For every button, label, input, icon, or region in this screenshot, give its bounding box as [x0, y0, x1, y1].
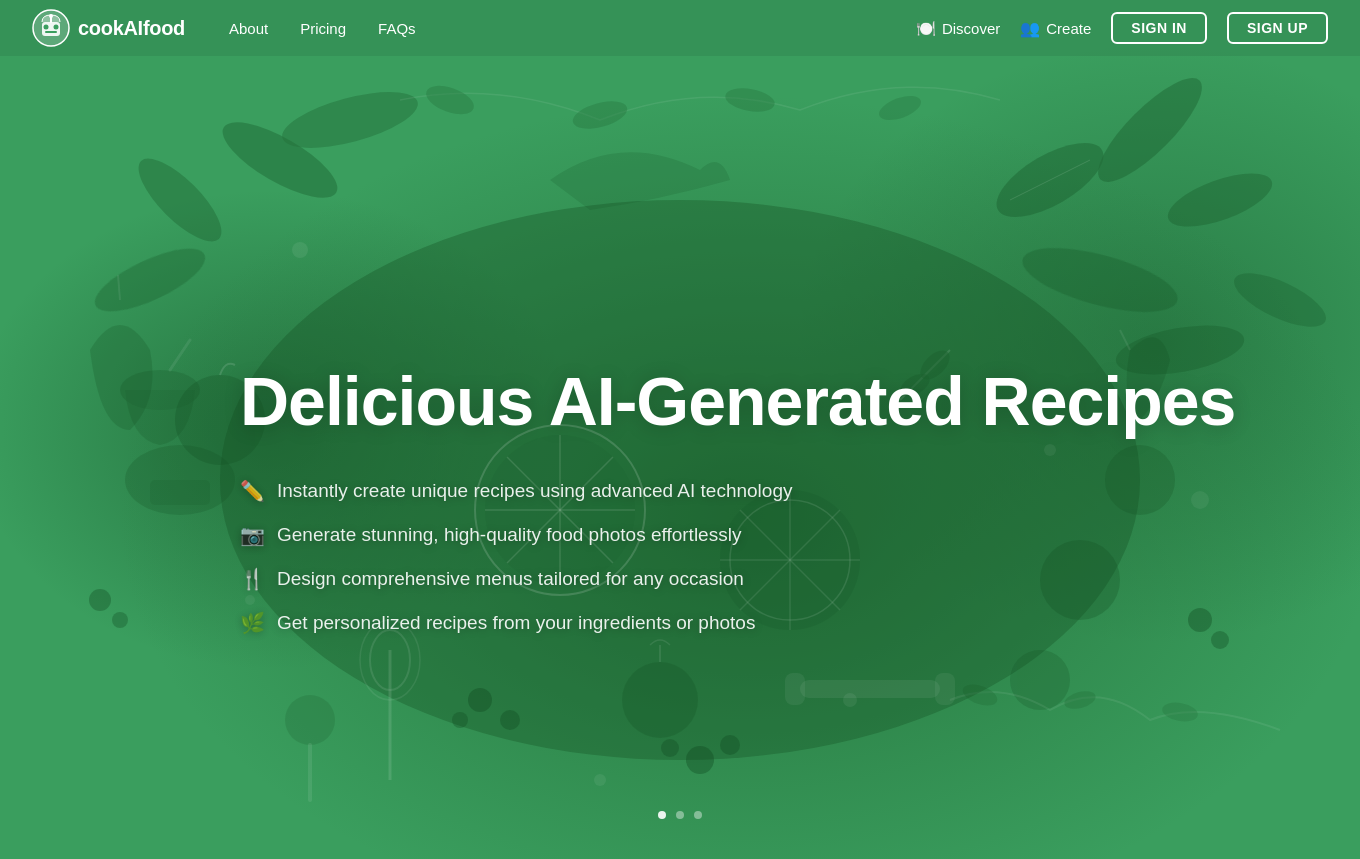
brand-name: cookAIfood	[78, 17, 185, 40]
svg-point-21	[1085, 65, 1215, 195]
svg-point-53	[570, 96, 630, 134]
svg-point-61	[285, 695, 335, 745]
svg-point-43	[720, 735, 740, 755]
svg-point-54	[723, 85, 776, 115]
svg-point-65	[292, 242, 308, 258]
hero-section: Delicious AI-Generated Recipes ✏️ Instan…	[0, 0, 1360, 859]
hero-feature-3: 🍴 Design comprehensive menus tailored fo…	[240, 567, 1235, 591]
carousel-dot-1[interactable]	[658, 811, 666, 819]
hero-title: Delicious AI-Generated Recipes	[240, 364, 1235, 439]
carousel-dots	[658, 811, 702, 819]
svg-point-3	[54, 25, 59, 30]
discover-link[interactable]: 🍽️ Discover	[916, 19, 1000, 38]
svg-point-72	[1062, 688, 1097, 712]
svg-point-22	[1161, 162, 1278, 237]
svg-point-42	[686, 746, 714, 774]
create-link[interactable]: 👥 Create	[1020, 19, 1091, 38]
vine-bottom-right	[950, 680, 1280, 730]
discover-label: Discover	[942, 20, 1000, 37]
hero-feature-1: ✏️ Instantly create unique recipes using…	[240, 479, 1235, 503]
carousel-dot-3[interactable]	[694, 811, 702, 819]
signin-button[interactable]: SIGN IN	[1111, 12, 1207, 44]
hero-features: ✏️ Instantly create unique recipes using…	[240, 479, 1235, 635]
svg-point-2	[44, 25, 49, 30]
nav-left: cookAIfood About Pricing FAQs	[32, 9, 428, 47]
svg-point-70	[594, 774, 606, 786]
spoon-bottom	[285, 695, 335, 800]
feature-icon-3: 🍴	[240, 567, 265, 591]
feature-icon-1: ✏️	[240, 479, 265, 503]
svg-point-40	[500, 710, 520, 730]
create-label: Create	[1046, 20, 1091, 37]
feature-icon-2: 📷	[240, 523, 265, 547]
svg-point-44	[661, 739, 679, 757]
nav-right: 🍽️ Discover 👥 Create SIGN IN SIGN UP	[916, 12, 1328, 44]
svg-point-67	[843, 693, 857, 707]
svg-point-39	[468, 688, 492, 712]
discover-icon: 🍽️	[916, 19, 936, 38]
svg-point-55	[876, 91, 924, 125]
svg-point-41	[452, 712, 468, 728]
create-icon: 👥	[1020, 19, 1040, 38]
logo-icon	[32, 9, 70, 47]
nav-pricing[interactable]: Pricing	[288, 14, 358, 43]
feature-text-3: Design comprehensive menus tailored for …	[277, 568, 744, 590]
nav-links: About Pricing FAQs	[217, 14, 428, 43]
navbar: cookAIfood About Pricing FAQs 🍽️ Discove…	[0, 0, 1360, 56]
nav-faqs[interactable]: FAQs	[366, 14, 428, 43]
svg-point-27	[127, 147, 233, 253]
logo[interactable]: cookAIfood	[32, 9, 185, 47]
vine-top	[400, 80, 1000, 134]
feature-text-4: Get personalized recipes from your ingre…	[277, 612, 755, 634]
feature-text-2: Generate stunning, high-quality food pho…	[277, 524, 741, 546]
nav-about[interactable]: About	[217, 14, 280, 43]
svg-rect-56	[800, 680, 940, 698]
svg-point-52	[422, 80, 477, 120]
feature-text-1: Instantly create unique recipes using ad…	[277, 480, 792, 502]
svg-point-33	[1010, 650, 1070, 710]
hero-feature-4: 🌿 Get personalized recipes from your ing…	[240, 611, 1235, 635]
svg-point-73	[1161, 700, 1200, 724]
svg-point-25	[1227, 263, 1333, 338]
svg-rect-57	[785, 673, 805, 705]
hero-content: Delicious AI-Generated Recipes ✏️ Instan…	[0, 304, 1235, 635]
hero-feature-2: 📷 Generate stunning, high-quality food p…	[240, 523, 1235, 547]
carousel-dot-2[interactable]	[676, 811, 684, 819]
svg-point-74	[622, 662, 698, 738]
signup-button[interactable]: SIGN UP	[1227, 12, 1328, 44]
svg-rect-4	[45, 31, 57, 33]
feature-icon-4: 🌿	[240, 611, 265, 635]
